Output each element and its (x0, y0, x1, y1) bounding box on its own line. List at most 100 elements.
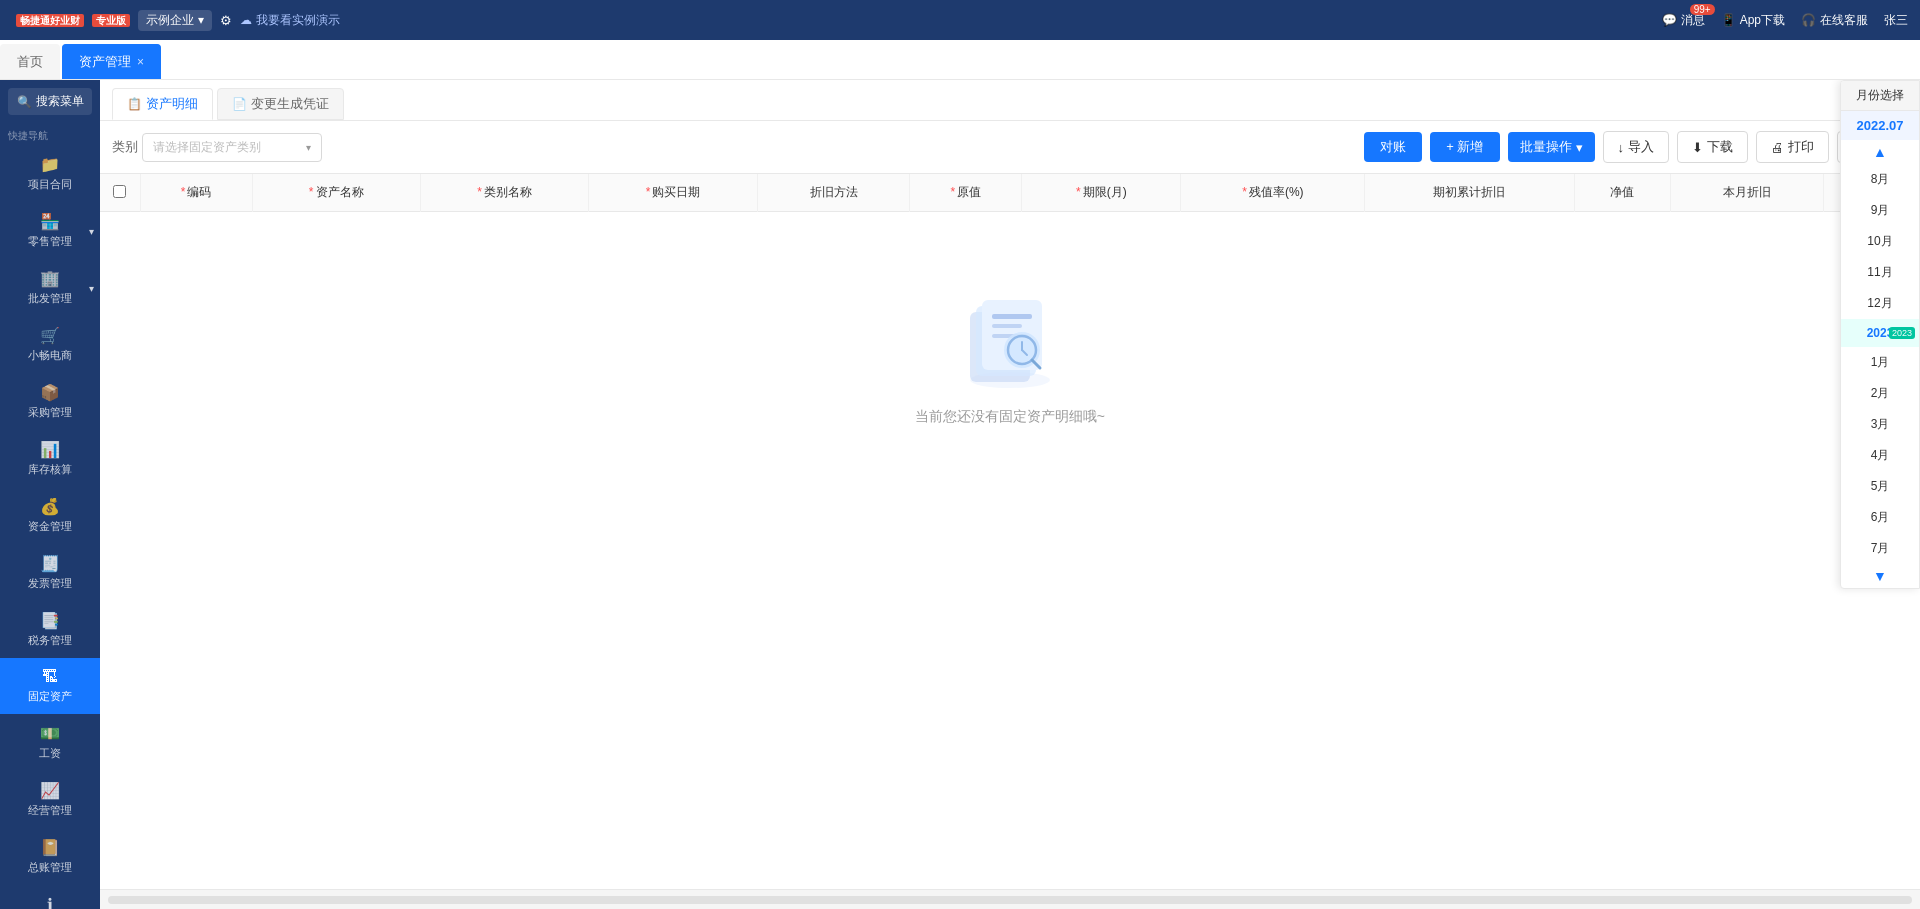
month-item-4[interactable]: 4月 (1841, 440, 1919, 471)
tab-close-icon[interactable]: × (137, 55, 144, 69)
demo-link[interactable]: ☁ 我要看实例演示 (240, 12, 340, 29)
month-item-10[interactable]: 10月 (1841, 226, 1919, 257)
invoice-icon: 🧾 (40, 554, 60, 573)
sidebar-item-wholesale[interactable]: 🏢 批发管理 ▾ (0, 259, 100, 316)
prev-year-button[interactable]: ▲ (1873, 144, 1887, 160)
sidebar-item-inventory[interactable]: 📊 库存核算 (0, 430, 100, 487)
select-arrow-icon: ▾ (306, 142, 311, 153)
brand-logo: 畅捷通好业财 专业版 (12, 12, 130, 28)
table-header-row: *编码 *资产名称 *类别名称 *购买日期 折旧方法 *原值 *期限(月) *残… (100, 174, 1920, 212)
app-download-label: App下载 (1740, 12, 1785, 29)
sidebar: 🔍 搜索菜单 快捷导航 📁 项目合同 🏪 零售管理 ▾ 🏢 批发管理 ▾ 🛒 小… (0, 80, 100, 909)
month-item-12[interactable]: 12月 (1841, 288, 1919, 319)
month-item-6[interactable]: 6月 (1841, 502, 1919, 533)
col-category: *类别名称 (420, 174, 588, 212)
print-button[interactable]: 🖨 打印 (1756, 131, 1829, 163)
sub-tabs: 📋 资产明细 📄 变更生成凭证 (100, 80, 1920, 121)
month-picker-nav: ▲ (1841, 140, 1919, 164)
sidebar-item-label: 固定资产 (28, 689, 72, 704)
headset-icon: 🎧 (1801, 13, 1816, 27)
quick-nav-label: 快捷导航 (0, 123, 100, 145)
horizontal-scrollbar-track[interactable] (108, 896, 1912, 904)
batch-button[interactable]: 批量操作 ▾ (1508, 132, 1595, 162)
month-item-3[interactable]: 3月 (1841, 409, 1919, 440)
sidebar-item-retail[interactable]: 🏪 零售管理 ▾ (0, 202, 100, 259)
user-menu[interactable]: 张三 (1884, 12, 1908, 29)
col-net-value: 净值 (1574, 174, 1670, 212)
next-year-button[interactable]: ▼ (1873, 568, 1887, 584)
sub-tab-label: 变更生成凭证 (251, 95, 329, 113)
month-item-8[interactable]: 8月 (1841, 164, 1919, 195)
bottom-scrollbar[interactable] (100, 889, 1920, 909)
category-placeholder: 请选择固定资产类别 (153, 139, 300, 156)
year-2023-badge: 2023 2023 (1841, 319, 1919, 347)
month-picker-nav-bottom: ▼ (1841, 564, 1919, 588)
top-bar-right: 💬 消息 99+ 📱 App下载 🎧 在线客服 张三 (1662, 12, 1908, 29)
sidebar-item-basic[interactable]: ℹ 基础信息 (0, 885, 100, 909)
import-icon: ↓ (1618, 140, 1625, 155)
top-bar: 畅捷通好业财 专业版 示例企业 ▾ ⚙ ☁ 我要看实例演示 💬 消息 99+ 📱… (0, 0, 1920, 40)
col-monthly-depreciation: 本月折旧 (1670, 174, 1823, 212)
demo-text: 我要看实例演示 (256, 12, 340, 29)
search-menu-label: 搜索菜单 (36, 93, 84, 110)
filter-label: 类别 (112, 138, 138, 156)
ledger-icon: 📔 (40, 838, 60, 857)
col-period: *期限(月) (1022, 174, 1181, 212)
message-button[interactable]: 💬 消息 99+ (1662, 12, 1705, 29)
sub-tab-change-voucher[interactable]: 📄 变更生成凭证 (217, 88, 344, 120)
sidebar-item-finance[interactable]: 💰 资金管理 (0, 487, 100, 544)
message-icon: 💬 (1662, 13, 1677, 27)
operation-icon: 📈 (40, 781, 60, 800)
sidebar-item-invoice[interactable]: 🧾 发票管理 (0, 544, 100, 601)
sidebar-item-operation[interactable]: 📈 经营管理 (0, 771, 100, 828)
sidebar-item-label: 项目合同 (28, 177, 72, 192)
search-menu-button[interactable]: 🔍 搜索菜单 (8, 88, 92, 115)
tab-home[interactable]: 首页 (0, 44, 60, 79)
download-button[interactable]: ⬇ 下载 (1677, 131, 1748, 163)
sidebar-item-tax[interactable]: 📑 税务管理 (0, 601, 100, 658)
sidebar-item-salary[interactable]: 💵 工资 (0, 714, 100, 771)
col-code: *编码 (140, 174, 252, 212)
import-button[interactable]: ↓ 导入 (1603, 131, 1670, 163)
basic-icon: ℹ (47, 895, 53, 909)
import-label: 导入 (1628, 138, 1654, 156)
sub-tab-asset-detail[interactable]: 📋 资产明细 (112, 88, 213, 120)
retail-icon: 🏪 (40, 212, 60, 231)
batch-label: 批量操作 (1520, 138, 1572, 156)
customer-service-button[interactable]: 🎧 在线客服 (1801, 12, 1868, 29)
top-bar-left: 畅捷通好业财 专业版 示例企业 ▾ ⚙ ☁ 我要看实例演示 (12, 10, 1662, 31)
month-item-7[interactable]: 7月 (1841, 533, 1919, 564)
sidebar-item-purchase[interactable]: 📦 采购管理 (0, 373, 100, 430)
sidebar-item-label: 采购管理 (28, 405, 72, 420)
tab-asset-management[interactable]: 资产管理 × (62, 44, 161, 79)
svg-rect-4 (992, 314, 1032, 319)
sidebar-item-project[interactable]: 📁 项目合同 (0, 145, 100, 202)
sidebar-item-label: 小畅电商 (28, 348, 72, 363)
app-download-button[interactable]: 📱 App下载 (1721, 12, 1785, 29)
company-selector[interactable]: 示例企业 ▾ (138, 10, 212, 31)
svg-rect-5 (992, 324, 1022, 328)
month-item-11[interactable]: 11月 (1841, 257, 1919, 288)
sidebar-item-ecommerce[interactable]: 🛒 小畅电商 (0, 316, 100, 373)
select-all-checkbox[interactable] (113, 185, 126, 198)
settings-icon[interactable]: ⚙ (220, 13, 232, 28)
asset-detail-icon: 📋 (127, 97, 142, 111)
asset-tab-label: 资产管理 (79, 53, 131, 71)
select-all-checkbox-header[interactable] (100, 174, 140, 212)
month-item-5[interactable]: 5月 (1841, 471, 1919, 502)
user-name: 张三 (1884, 12, 1908, 29)
print-label: 打印 (1788, 138, 1814, 156)
month-item-2[interactable]: 2月 (1841, 378, 1919, 409)
sidebar-item-fixed-assets[interactable]: 🏗 固定资产 (0, 658, 100, 714)
category-select[interactable]: 请选择固定资产类别 ▾ (142, 133, 322, 162)
add-button[interactable]: + 新增 (1430, 132, 1499, 162)
col-purchase-date: *购买日期 (589, 174, 757, 212)
month-picker-title: 月份选择 (1841, 81, 1919, 111)
reconcile-button[interactable]: 对账 (1364, 132, 1422, 162)
month-item-1[interactable]: 1月 (1841, 347, 1919, 378)
demo-icon: ☁ (240, 13, 252, 27)
col-residual-rate: *残值率(%) (1181, 174, 1365, 212)
month-item-9[interactable]: 9月 (1841, 195, 1919, 226)
current-period-display: 2022.07 (1841, 111, 1919, 140)
sidebar-item-ledger[interactable]: 📔 总账管理 (0, 828, 100, 885)
